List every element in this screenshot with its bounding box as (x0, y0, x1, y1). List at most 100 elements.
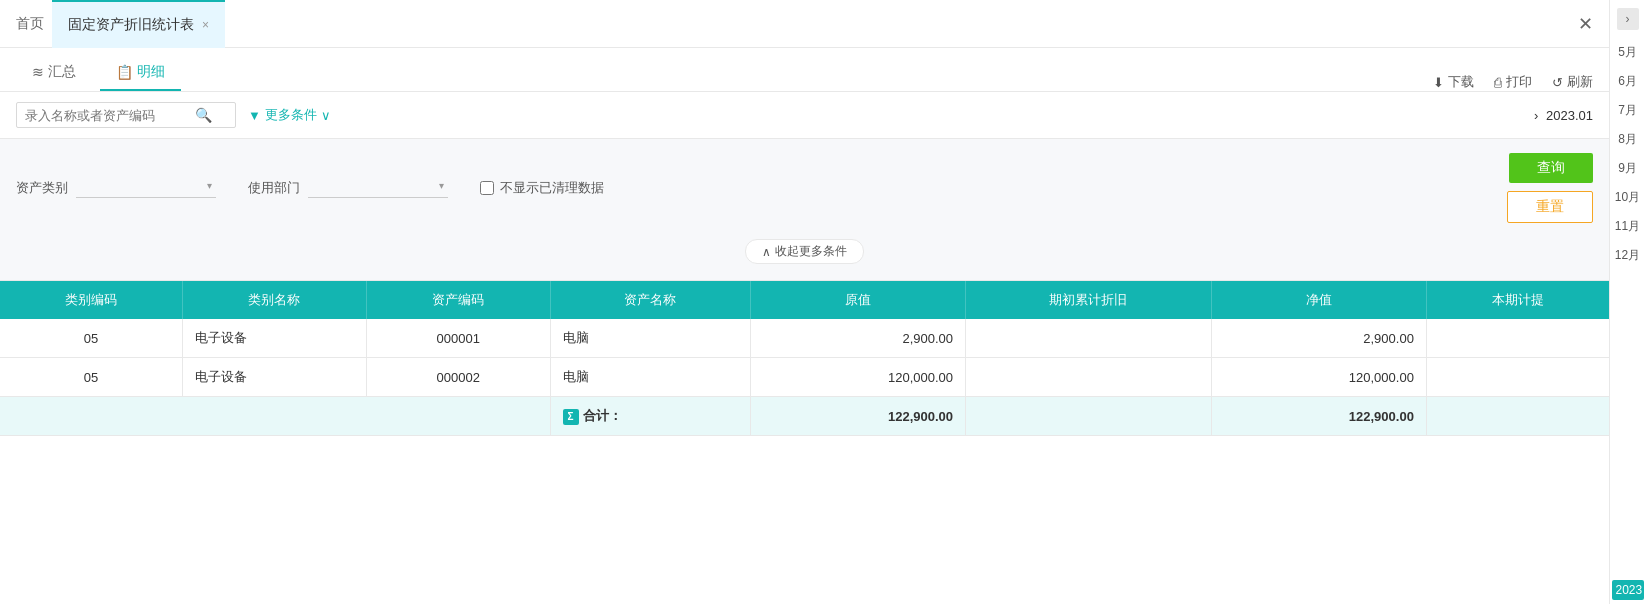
cell-accum-depreciation (966, 319, 1212, 358)
asset-category-select-wrap (76, 178, 216, 198)
col-category-code: 类别编码 (0, 281, 183, 319)
summary-row: Σ合计： 122,900.00 122,900.00 (0, 397, 1609, 436)
col-asset-name: 资产名称 (550, 281, 750, 319)
table-row: 05 电子设备 000001 电脑 2,900.00 2,900.00 (0, 319, 1609, 358)
search-wrap: 🔍 (16, 102, 236, 128)
query-button[interactable]: 查询 (1509, 153, 1593, 183)
refresh-icon: ↺ (1552, 75, 1563, 90)
print-button[interactable]: ⎙ 打印 (1494, 73, 1532, 91)
tab-detail[interactable]: 📋 明细 (100, 55, 181, 91)
cell-accum-depreciation (966, 358, 1212, 397)
department-label: 使用部门 (248, 179, 300, 197)
department-select[interactable] (308, 178, 448, 198)
download-button[interactable]: ⬇ 下载 (1433, 73, 1474, 91)
asset-category-field: 资产类别 (16, 178, 216, 198)
summary-original: 122,900.00 (751, 397, 966, 436)
data-table: 类别编码 类别名称 资产编码 资产名称 原值 期初累计折旧 净值 本期计提 05… (0, 281, 1609, 436)
table-row: 05 电子设备 000002 电脑 120,000.00 120,000.00 (0, 358, 1609, 397)
collapse-button[interactable]: ∧ 收起更多条件 (745, 239, 864, 264)
cell-net-value: 2,900.00 (1211, 319, 1426, 358)
table-body: 05 电子设备 000001 电脑 2,900.00 2,900.00 05 电… (0, 319, 1609, 436)
col-asset-code: 资产编码 (366, 281, 550, 319)
collapse-btn-wrap: ∧ 收起更多条件 (16, 233, 1593, 266)
print-icon: ⎙ (1494, 75, 1502, 90)
refresh-label: 刷新 (1567, 73, 1593, 91)
col-original-value: 原值 (751, 281, 966, 319)
sidebar-month-item[interactable]: 6月 (1615, 67, 1640, 96)
sidebar-month-item[interactable]: 5月 (1615, 38, 1640, 67)
department-field: 使用部门 (248, 178, 448, 198)
no-cleared-field: 不显示已清理数据 (480, 179, 604, 197)
reset-button[interactable]: 重置 (1507, 191, 1593, 223)
table-wrap: 类别编码 类别名称 资产编码 资产名称 原值 期初累计折旧 净值 本期计提 05… (0, 281, 1609, 604)
date-arrow-icon[interactable]: › (1534, 108, 1538, 123)
cell-asset-code: 000001 (366, 319, 550, 358)
more-filter-label: 更多条件 (265, 106, 317, 124)
sidebar-month-item[interactable]: 11月 (1615, 212, 1640, 241)
cell-original-value: 2,900.00 (751, 319, 966, 358)
cell-asset-code: 000002 (366, 358, 550, 397)
download-icon: ⬇ (1433, 75, 1444, 90)
tab-actions: ⬇ 下载 ⎙ 打印 ↺ 刷新 (1433, 73, 1593, 91)
month-list: 5月6月7月8月9月10月11月12月 (1615, 38, 1640, 270)
summary-net: 122,900.00 (1211, 397, 1426, 436)
date-range-label: › 2023.01 (1534, 108, 1593, 123)
summary-label-text: Σ合计： (550, 397, 750, 436)
no-cleared-checkbox[interactable] (480, 181, 494, 195)
sidebar-year-label: 2023 (1612, 580, 1644, 600)
summary-label-cell (0, 397, 550, 436)
asset-category-label: 资产类别 (16, 179, 68, 197)
no-cleared-label: 不显示已清理数据 (500, 179, 604, 197)
chevron-down-icon: ∨ (321, 108, 331, 123)
summary-icon: Σ (563, 409, 579, 425)
tab-bar: ≋ 汇总 📋 明细 ⬇ 下载 ⎙ 打印 ↺ 刷新 (0, 48, 1609, 92)
col-current-depreciation: 本期计提 (1426, 281, 1609, 319)
download-label: 下载 (1448, 73, 1474, 91)
summary-label: 汇总 (48, 63, 76, 81)
right-sidebar: › 5月6月7月8月9月10月11月12月 2023 (1609, 0, 1645, 604)
department-select-wrap (308, 178, 448, 198)
col-net-value: 净值 (1211, 281, 1426, 319)
collapse-label: 收起更多条件 (775, 243, 847, 260)
home-tab[interactable]: 首页 (16, 15, 44, 33)
sidebar-month-item[interactable]: 8月 (1615, 125, 1640, 154)
more-filter-button[interactable]: ▼ 更多条件 ∨ (248, 106, 331, 124)
cell-category-code: 05 (0, 319, 183, 358)
window-close-button[interactable]: ✕ (1578, 13, 1593, 35)
cell-net-value: 120,000.00 (1211, 358, 1426, 397)
tab-title: 固定资产折旧统计表 (68, 16, 194, 34)
summary-accum (966, 397, 1212, 436)
filter-icon: ▼ (248, 108, 261, 123)
adv-filter-actions: 查询 重置 (1507, 153, 1593, 223)
search-input[interactable] (25, 108, 195, 123)
cell-asset-name: 电脑 (550, 319, 750, 358)
detail-label: 明细 (137, 63, 165, 81)
cell-category-name: 电子设备 (183, 358, 367, 397)
refresh-button[interactable]: ↺ 刷新 (1552, 73, 1593, 91)
cell-asset-name: 电脑 (550, 358, 750, 397)
active-tab[interactable]: 固定资产折旧统计表 × (52, 0, 225, 48)
cell-current-depreciation (1426, 319, 1609, 358)
tab-summary[interactable]: ≋ 汇总 (16, 55, 92, 91)
sidebar-month-item[interactable]: 7月 (1615, 96, 1640, 125)
close-tab-button[interactable]: × (202, 18, 209, 32)
top-nav: 首页 固定资产折旧统计表 × ✕ (0, 0, 1609, 48)
adv-filter-row: 资产类别 使用部门 不显示已清理数据 (16, 153, 1593, 223)
filter-bar: 🔍 ▼ 更多条件 ∨ › 2023.01 (0, 92, 1609, 139)
summary-current (1426, 397, 1609, 436)
search-icon[interactable]: 🔍 (195, 107, 212, 123)
sidebar-month-item[interactable]: 10月 (1615, 183, 1640, 212)
date-value: 2023.01 (1546, 108, 1593, 123)
sidebar-collapse-arrow[interactable]: › (1617, 8, 1639, 30)
collapse-up-icon: ∧ (762, 245, 771, 259)
col-accum-depreciation: 期初累计折旧 (966, 281, 1212, 319)
print-label: 打印 (1506, 73, 1532, 91)
asset-category-select[interactable] (76, 178, 216, 198)
col-category-name: 类别名称 (183, 281, 367, 319)
cell-current-depreciation (1426, 358, 1609, 397)
sidebar-month-item[interactable]: 12月 (1615, 241, 1640, 270)
cell-category-code: 05 (0, 358, 183, 397)
sidebar-month-item[interactable]: 9月 (1615, 154, 1640, 183)
detail-icon: 📋 (116, 64, 133, 80)
cell-original-value: 120,000.00 (751, 358, 966, 397)
